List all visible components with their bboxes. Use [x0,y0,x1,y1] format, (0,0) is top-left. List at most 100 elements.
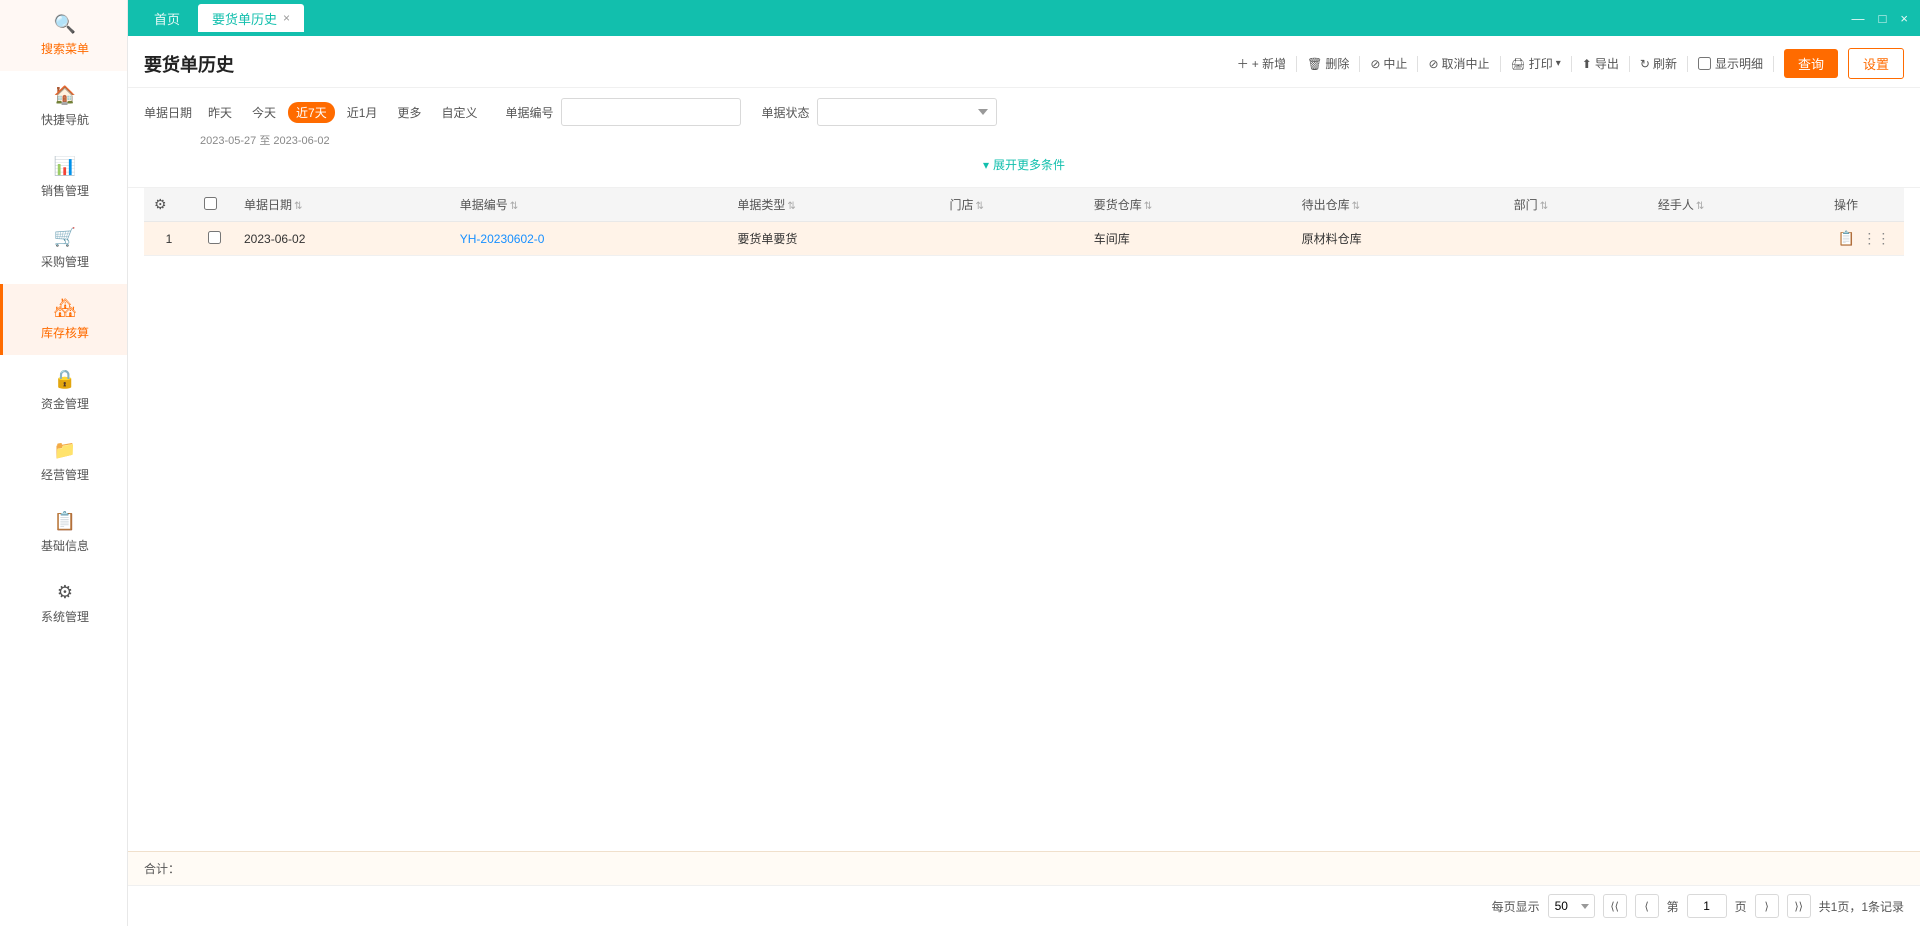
row-store [940,222,1084,256]
row-checkbox[interactable] [208,231,221,244]
chip-today[interactable]: 今天 [244,102,284,123]
data-table: ⚙ 单据日期⇅ 单据编号⇅ 单据类型⇅ 门店⇅ 要货仓库⇅ 待出仓库⇅ 部门⇅ … [144,188,1904,256]
docnum-filter-label: 单据编号 [505,104,553,121]
sidebar-item-basic-info[interactable]: 📋 基础信息 [0,497,127,568]
row-index: 1 [144,222,194,256]
row-action-cell: 📋 ⋮⋮ [1824,222,1904,256]
window-close-button[interactable]: × [1900,11,1908,26]
sidebar-item-finance[interactable]: 🔒 资金管理 [0,355,127,426]
chip-custom[interactable]: 自定义 [433,102,485,123]
tab-home[interactable]: 首页 [140,4,194,32]
search-button[interactable]: 查询 [1784,49,1838,78]
stop-button[interactable]: ⊘ 中止 [1370,55,1407,72]
page-header: 要货单历史 ＋ + 新增 🗑 删除 ⊘ 中止 ⊘ [128,36,1920,88]
column-date[interactable]: 单据日期⇅ [234,188,450,222]
refresh-button[interactable]: ↻ 刷新 [1640,55,1677,72]
row-checkbox-cell [194,222,234,256]
prev-page-button[interactable]: ⟨ [1635,894,1659,918]
topbar-right: — □ × [1852,11,1908,26]
tab-close-button[interactable]: × [283,11,290,25]
status-select[interactable] [817,98,997,126]
cancel-stop-icon: ⊘ [1428,57,1438,71]
sidebar-item-inventory[interactable]: 🏘 库存核算 [0,284,127,355]
sort-date-icon: ⇅ [294,201,302,212]
sidebar-item-purchase[interactable]: 🛒 采购管理 [0,213,127,284]
chip-more[interactable]: 更多 [389,102,429,123]
cancel-stop-button[interactable]: ⊘ 取消中止 [1428,55,1489,72]
topbar: 首页 要货单历史 × — □ × [128,0,1920,36]
sidebar-item-operations[interactable]: 📁 经营管理 [0,426,127,497]
row-req-warehouse: 车间库 [1084,222,1292,256]
main-content: 首页 要货单历史 × — □ × 要货单历史 ＋ + 新增 🗑 删除 [128,0,1920,926]
page-area: 要货单历史 ＋ + 新增 🗑 删除 ⊘ 中止 ⊘ [128,36,1920,926]
sidebar: 🔍 搜索菜单 🏠 快捷导航 📊 销售管理 🛒 采购管理 🏘 库存核算 🔒 资金管… [0,0,128,926]
column-settings[interactable]: ⚙ [144,188,194,222]
sidebar-item-quick-nav[interactable]: 🏠 快捷导航 [0,71,127,142]
chip-yesterday[interactable]: 昨天 [200,102,240,123]
page-label: 页 [1735,898,1747,915]
column-number[interactable]: 单据编号⇅ [450,188,728,222]
column-handler[interactable]: 经手人⇅ [1648,188,1824,222]
toolbar: ＋ + 新增 🗑 删除 ⊘ 中止 ⊘ 取消中止 [1237,48,1904,79]
operations-icon: 📁 [54,440,76,461]
row-number: YH-20230602-0 [450,222,728,256]
select-all-checkbox[interactable] [204,197,217,210]
filter-area: 单据日期 昨天 今天 近7天 近1月 更多 自定义 单据编号 单据状态 [128,88,1920,188]
page-number-input[interactable] [1687,894,1727,918]
print-button[interactable]: 🖨 打印 ▾ [1511,55,1561,72]
date-chips: 昨天 今天 近7天 近1月 更多 自定义 [200,102,485,123]
sales-icon: 📊 [54,156,76,177]
delete-icon: 🗑 [1307,57,1322,71]
row-edit-icon[interactable]: 📋 [1838,230,1855,246]
add-button[interactable]: ＋ + 新增 [1237,55,1286,72]
pagination-area: 每页显示 50 10 20 100 ⟨⟨ ⟨ 第 页 ⟩ ⟩⟩ 共1页，1条记录 [128,885,1920,926]
filter-row-1: 单据日期 昨天 今天 近7天 近1月 更多 自定义 单据编号 单据状态 [144,98,1904,126]
delete-button[interactable]: 🗑 删除 [1307,55,1349,72]
first-page-button[interactable]: ⟨⟨ [1603,894,1627,918]
row-number-link[interactable]: YH-20230602-0 [460,232,545,246]
column-type[interactable]: 单据类型⇅ [727,188,939,222]
display-detail-checkbox[interactable] [1698,57,1711,70]
add-icon: ＋ [1237,55,1249,72]
divider-6 [1629,56,1630,72]
column-pending-warehouse[interactable]: 待出仓库⇅ [1292,188,1504,222]
last-page-button[interactable]: ⟩⟩ [1787,894,1811,918]
chip-1month[interactable]: 近1月 [339,102,386,123]
per-page-select[interactable]: 50 10 20 100 [1548,894,1595,918]
settings-button[interactable]: 设置 [1848,48,1904,79]
sort-handler-icon: ⇅ [1696,201,1704,212]
per-page-label: 每页显示 [1492,898,1540,915]
row-more-icon[interactable]: ⋮⋮ [1862,230,1890,246]
tab-current[interactable]: 要货单历史 × [198,4,304,32]
table-row: 1 2023-06-02 YH-20230602-0 要货单要货 车间库 原材料… [144,222,1904,256]
divider-5 [1571,56,1572,72]
filter-docnum-item: 单据编号 [505,98,741,126]
filter-status-item: 单据状态 [761,98,997,126]
maximize-button[interactable]: □ [1879,11,1887,26]
column-req-warehouse[interactable]: 要货仓库⇅ [1084,188,1292,222]
search-menu-icon: 🔍 [54,14,76,35]
sidebar-item-system[interactable]: ⚙ 系统管理 [0,568,127,639]
row-type: 要货单要货 [727,222,939,256]
print-icon: 🖨 [1511,57,1526,71]
export-button[interactable]: ⬆ 导出 [1582,55,1619,72]
expand-more-icon: ▾ [983,158,989,172]
sidebar-item-search[interactable]: 🔍 搜索菜单 [0,0,127,71]
print-chevron-icon: ▾ [1556,58,1561,69]
divider-7 [1687,56,1688,72]
next-page-button[interactable]: ⟩ [1755,894,1779,918]
column-checkbox [194,188,234,222]
row-handler [1648,222,1824,256]
docnum-input[interactable] [561,98,741,126]
finance-icon: 🔒 [54,369,76,390]
column-department[interactable]: 部门⇅ [1504,188,1648,222]
sort-number-icon: ⇅ [510,201,518,212]
column-store[interactable]: 门店⇅ [940,188,1084,222]
minimize-button[interactable]: — [1852,11,1865,26]
system-icon: ⚙ [57,582,73,603]
chip-7days[interactable]: 近7天 [288,102,335,123]
sidebar-item-sales[interactable]: 📊 销售管理 [0,142,127,213]
expand-more-button[interactable]: ▾ 展开更多条件 [144,152,1904,177]
purchase-icon: 🛒 [54,227,76,248]
display-detail-toggle[interactable]: 显示明细 [1698,55,1763,72]
